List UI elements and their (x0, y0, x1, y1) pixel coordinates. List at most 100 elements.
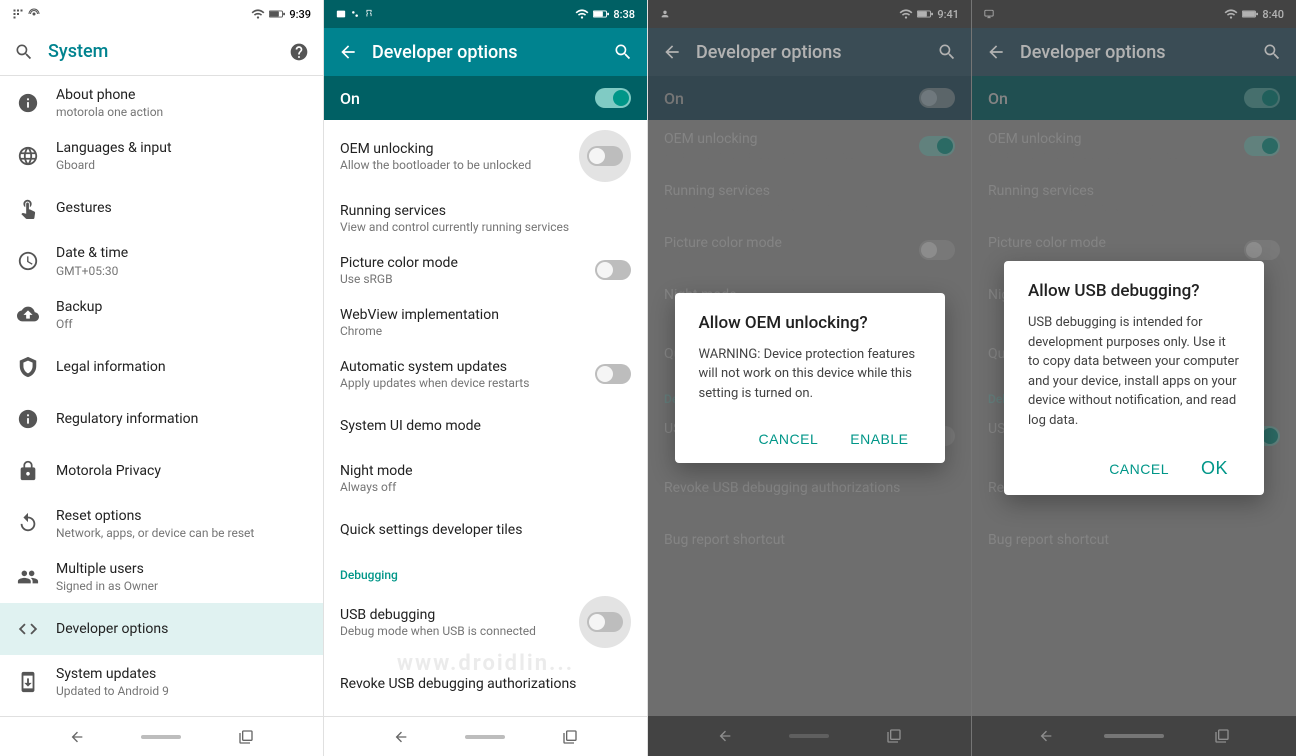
dev-item-uidemo-2[interactable]: System UI demo mode (324, 400, 647, 452)
dev-subtitle-oem-2: Allow the bootloader to be unlocked (340, 158, 579, 172)
legal-icon (16, 355, 40, 379)
item-text-about: About phone motorola one action (56, 86, 307, 119)
item-title-legal: Legal information (56, 358, 307, 376)
settings-item-languages[interactable]: Languages & input Gboard (0, 129, 323, 182)
dev-item-revokeusb-2[interactable]: Revoke USB debugging authorizations (324, 658, 647, 710)
back-nav-2[interactable] (391, 727, 411, 747)
settings-item-regulatory[interactable]: Regulatory information (0, 393, 323, 445)
usb-dialog-title: Allow USB debugging? (1028, 281, 1240, 301)
settings-item-gestures[interactable]: Gestures (0, 182, 323, 234)
oem-toggle-2[interactable] (587, 146, 623, 166)
usb-dialog-actions: Cancel OK (1028, 446, 1240, 487)
time-2: 8:38 (613, 8, 635, 21)
dev-item-autoupdate-2[interactable]: Automatic system updates Apply updates w… (324, 348, 647, 400)
item-text-backup: Backup Off (56, 298, 307, 331)
search-button-1[interactable] (8, 36, 40, 68)
item-title-languages: Languages & input (56, 139, 307, 157)
item-title-gestures: Gestures (56, 199, 307, 217)
dev-on-label-2: On (340, 89, 360, 108)
item-title-datetime: Date & time (56, 244, 307, 262)
item-subtitle-datetime: GMT+05:30 (56, 264, 307, 278)
item-text-legal: Legal information (56, 358, 307, 376)
code-icon (16, 617, 40, 641)
dev-subtitle-autoupdate-2: Apply updates when device restarts (340, 376, 595, 390)
dev-subtitle-colormode-2: Use sRGB (340, 272, 595, 286)
dev-item-running-2[interactable]: Running services View and control curren… (324, 192, 647, 244)
toolbar-title-2: Developer options (372, 42, 599, 63)
language-icon (16, 144, 40, 168)
item-subtitle-multiuser: Signed in as Owner (56, 579, 307, 593)
settings-item-legal[interactable]: Legal information (0, 341, 323, 393)
item-subtitle-languages: Gboard (56, 158, 307, 172)
status-icons-left-2 (336, 9, 374, 19)
dev-subtitle-usbdebug-2: Debug mode when USB is connected (340, 624, 579, 638)
dev-subtitle-webview-2: Chrome (340, 324, 631, 338)
colormode-toggle-2[interactable] (595, 260, 631, 280)
item-text-gestures: Gestures (56, 199, 307, 217)
usb-toggle-2[interactable] (587, 612, 623, 632)
item-text-languages: Languages & input Gboard (56, 139, 307, 172)
panel-developer: 8:38 Developer options On OEM unlocking … (324, 0, 648, 756)
back-button-2[interactable] (332, 36, 364, 68)
item-text-datetime: Date & time GMT+05:30 (56, 244, 307, 277)
oem-enable-button[interactable]: Enable (838, 423, 920, 455)
status-icons-right-2: 8:38 (575, 8, 635, 21)
oem-cancel-button[interactable]: Cancel (746, 423, 830, 455)
home-pill-1[interactable] (141, 735, 181, 739)
item-text-developer: Developer options (56, 620, 307, 638)
settings-item-multiuser[interactable]: Multiple users Signed in as Owner (0, 550, 323, 603)
bottom-nav-1 (0, 716, 323, 756)
dev-item-webview-2[interactable]: WebView implementation Chrome (324, 296, 647, 348)
dev-item-colormode-2[interactable]: Picture color mode Use sRGB (324, 244, 647, 296)
help-button-1[interactable] (283, 36, 315, 68)
dev-item-nightmode-2[interactable]: Night mode Always off (324, 452, 647, 504)
dev-title-quicktiles-2: Quick settings developer tiles (340, 522, 631, 538)
debug-section-label-2: Debugging (324, 556, 647, 586)
toggle-circle-usb (579, 596, 631, 648)
toolbar-title-1: System (48, 41, 275, 62)
home-pill-2[interactable] (465, 735, 505, 739)
item-title-reset: Reset options (56, 507, 307, 525)
dev-on-bar-2: On (324, 76, 647, 120)
status-icons-left-1 (12, 8, 40, 20)
item-title-multiuser: Multiple users (56, 560, 307, 578)
usb-dialog: Allow USB debugging? USB debugging is in… (1004, 261, 1264, 495)
settings-item-systemupdates[interactable]: System updates Updated to Android 9 (0, 655, 323, 708)
back-button-1[interactable] (67, 727, 87, 747)
item-subtitle-systemupdates: Updated to Android 9 (56, 684, 307, 698)
settings-item-about[interactable]: About phone motorola one action (0, 76, 323, 129)
autoupdate-toggle-2[interactable] (595, 364, 631, 384)
usb-ok-button[interactable]: OK (1189, 450, 1240, 487)
toggle-circle-oem (579, 130, 631, 182)
dialog-overlay-usb: Allow USB debugging? USB debugging is in… (972, 0, 1296, 756)
settings-item-reset[interactable]: Reset options Network, apps, or device c… (0, 497, 323, 550)
item-text-multiuser: Multiple users Signed in as Owner (56, 560, 307, 593)
oem-dialog-body: WARNING: Device protection features will… (699, 345, 921, 404)
settings-item-backup[interactable]: Backup Off (0, 288, 323, 341)
privacy-icon (16, 459, 40, 483)
reset-icon (16, 511, 40, 535)
dev-toggle-2[interactable] (595, 88, 631, 108)
settings-item-motorola[interactable]: Motorola Privacy (0, 445, 323, 497)
toolbar-2: Developer options (324, 28, 647, 76)
usb-cancel-button[interactable]: Cancel (1097, 450, 1181, 487)
dev-settings-list-2: OEM unlocking Allow the bootloader to be… (324, 120, 647, 716)
people-icon (16, 565, 40, 589)
dev-item-quicktiles-2[interactable]: Quick settings developer tiles (324, 504, 647, 556)
dev-item-usbdebug-2[interactable]: USB debugging Debug mode when USB is con… (324, 586, 647, 658)
dev-item-oem-2[interactable]: OEM unlocking Allow the bootloader to be… (324, 120, 647, 192)
dev-title-usbdebug-2: USB debugging (340, 607, 579, 623)
settings-item-developer[interactable]: Developer options (0, 603, 323, 655)
item-title-backup: Backup (56, 298, 307, 316)
status-icons-right-1: 9:39 (251, 8, 311, 21)
dev-title-revokeusb-2: Revoke USB debugging authorizations (340, 676, 631, 692)
dev-title-autoupdate-2: Automatic system updates (340, 359, 595, 375)
item-title-motorola: Motorola Privacy (56, 462, 307, 480)
search-button-2[interactable] (607, 36, 639, 68)
info-icon (16, 91, 40, 115)
settings-item-datetime[interactable]: Date & time GMT+05:30 (0, 234, 323, 287)
item-text-reset: Reset options Network, apps, or device c… (56, 507, 307, 540)
oem-dialog-actions: Cancel Enable (699, 419, 921, 455)
recent-nav-2[interactable] (560, 727, 580, 747)
recent-button-1[interactable] (236, 727, 256, 747)
